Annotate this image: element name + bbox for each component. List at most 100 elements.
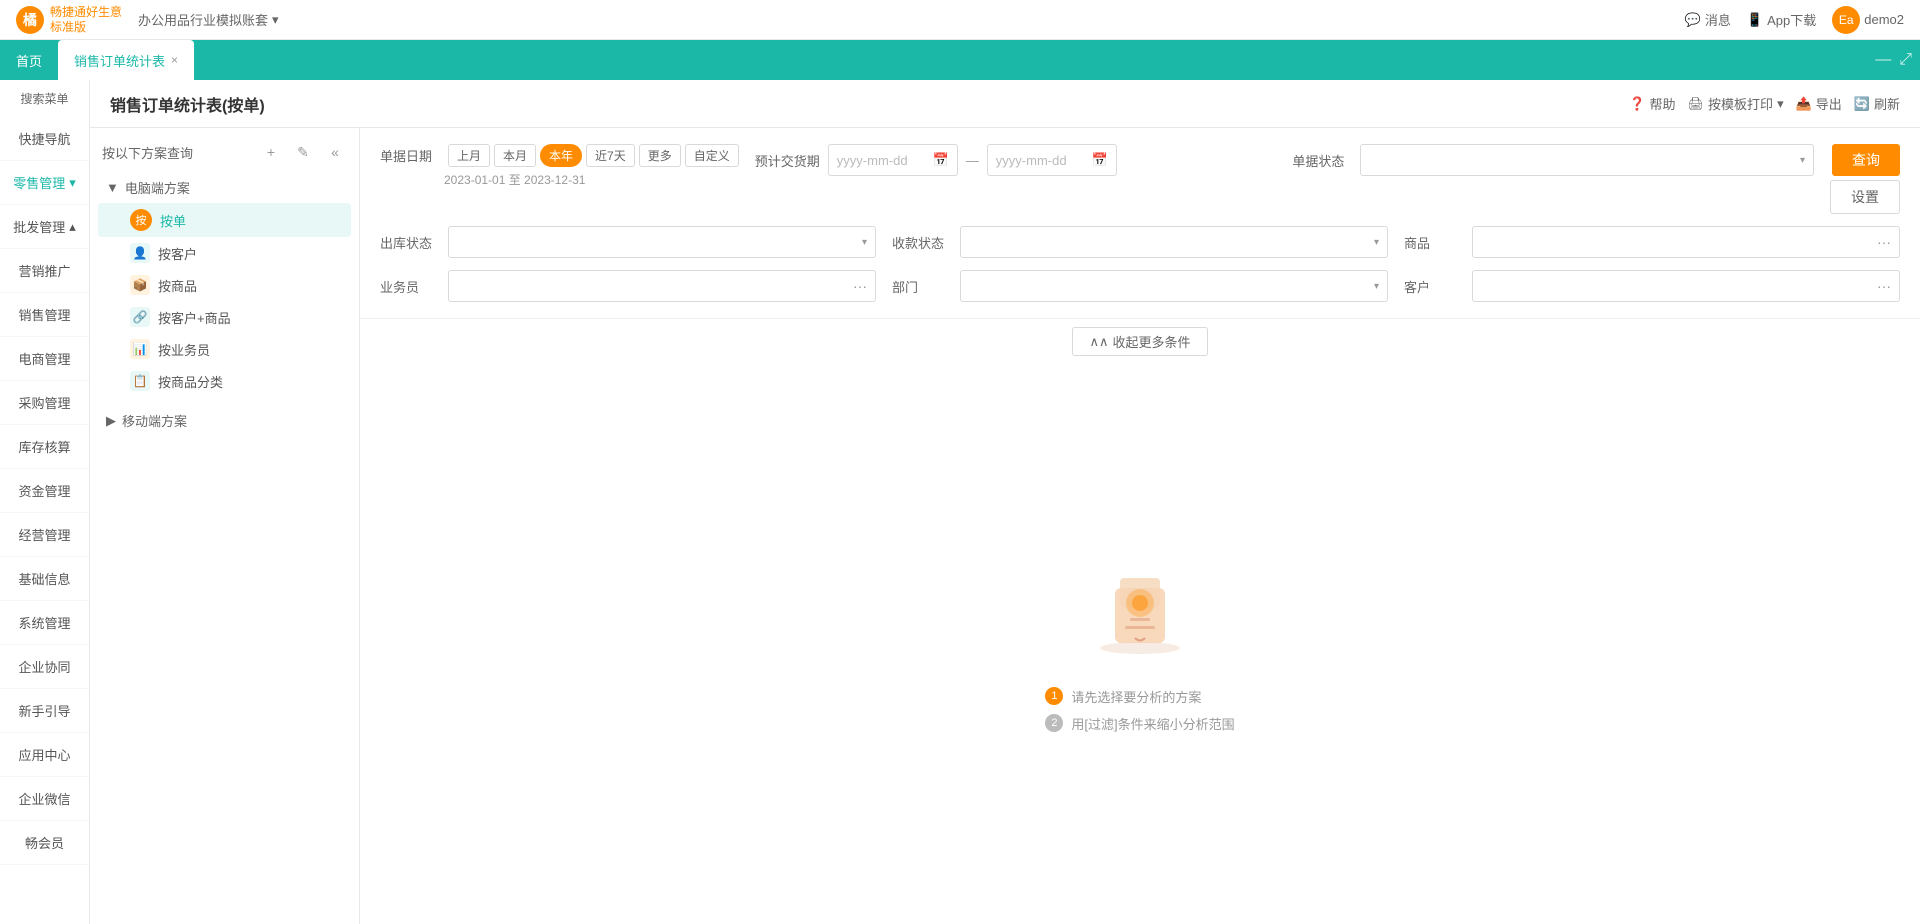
inner-layout: 按以下方案查询 + ✎ « ▼ 电脑端方案 按 按单 [90,128,1920,924]
salesperson-select[interactable]: ··· [448,270,876,302]
window-maximize-icon[interactable]: ⤢ [1899,51,1912,69]
step-num-1: 1 [1045,687,1063,705]
content-area: 销售订单统计表(按单) ❓ 帮助 🖨 按模板打印 ▾ 📤 导出 🔄 刷新 [90,80,1920,924]
pay-status-dropdown-icon: ▾ [1374,237,1379,248]
pay-status-label: 收款状态 [892,233,952,252]
date-range-display: 2023-01-01 至 2023-12-31 [380,171,739,188]
page-title: 销售订单统计表(按单) [110,92,265,116]
out-status-select[interactable]: ▾ [448,226,876,258]
tree-arrow-right-icon: ▶ [106,413,116,429]
sidebar-item-wholesale[interactable]: 批发管理 ▴ [0,205,89,249]
empty-step-2: 2 用[过滤]条件来缩小分析范围 [1045,714,1234,733]
goods-ellipsis-icon[interactable]: ··· [1877,234,1891,250]
sidebar-item-ecommerce[interactable]: 电商管理 [0,337,89,381]
sidebar-item-finance[interactable]: 资金管理 [0,469,89,513]
refresh-button[interactable]: 🔄 刷新 [1854,94,1900,113]
tree-child-by-order[interactable]: 按 按单 [98,203,351,237]
sidebar-item-basic[interactable]: 基础信息 [0,557,89,601]
customer-ellipsis-icon[interactable]: ··· [1877,278,1891,294]
tab-bar: 首页 销售订单统计表 × — ⤢ [0,40,1920,80]
refresh-icon: 🔄 [1854,96,1870,112]
customer-label: 客户 [1404,277,1464,296]
sidebar-item-member[interactable]: 畅会员 [0,821,89,865]
filter-row-3: 业务员 ··· 部门 ▾ [380,270,1900,302]
page-header-actions: ❓ 帮助 🖨 按模板打印 ▾ 📤 导出 🔄 刷新 [1629,94,1900,113]
tree-child-by-category[interactable]: 📋 按商品分类 [98,365,351,397]
goods-select[interactable]: ··· [1472,226,1900,258]
date-btn-this-month[interactable]: 本月 [494,144,536,167]
window-minimize-icon[interactable]: — [1875,51,1891,69]
tree-arrow-icon: ▼ [106,180,119,195]
pay-status-select[interactable]: ▾ [960,226,1388,258]
expected-date-label: 预计交货期 [755,151,820,170]
chevron-down-icon: ▾ [272,12,279,28]
tree-child-by-customer[interactable]: 👤 按客户 [98,237,351,269]
salesperson-ellipsis-icon[interactable]: ··· [853,278,867,294]
sidebar-item-newbie[interactable]: 新手引导 [0,689,89,733]
step-num-2: 2 [1045,714,1063,732]
sidebar-item-quicknav[interactable]: 快捷导航 [0,117,89,161]
order-status-select[interactable]: ▾ [1360,144,1814,176]
empty-svg [1080,548,1200,668]
page-header: 销售订单统计表(按单) ❓ 帮助 🖨 按模板打印 ▾ 📤 导出 🔄 刷新 [90,80,1920,128]
date-btn-7days[interactable]: 近7天 [586,144,635,167]
sidebar-item-appcenter[interactable]: 应用中心 [0,733,89,777]
scheme-icon-staff: 📊 [130,339,150,359]
sidebar-item-sales[interactable]: 销售管理 [0,293,89,337]
date-btn-last-month[interactable]: 上月 [448,144,490,167]
tree-child-by-salesperson[interactable]: 📊 按业务员 [98,333,351,365]
sidebar-item-system[interactable]: 系统管理 [0,601,89,645]
tree-parent-mobile[interactable]: ▶ 移动端方案 [98,405,351,436]
sidebar-item-inventory[interactable]: 库存核算 [0,425,89,469]
company-selector[interactable]: 办公用品行业模拟账套 ▾ [130,10,287,29]
expected-date-to[interactable]: yyyy-mm-dd 📅 [987,144,1117,176]
sidebar-item-enterprise[interactable]: 企业协同 [0,645,89,689]
dept-dropdown-icon: ▾ [1374,281,1379,292]
settings-button[interactable]: 设置 [1830,180,1900,214]
logo-text: 畅捷通好生意 标准版 [50,5,122,34]
message-icon: 💬 [1685,12,1701,28]
message-button[interactable]: 💬 消息 [1685,10,1731,29]
sidebar-item-purchase[interactable]: 采购管理 [0,381,89,425]
expected-date-from[interactable]: yyyy-mm-dd 📅 [828,144,958,176]
tree-child-by-customer-goods[interactable]: 🔗 按客户+商品 [98,301,351,333]
sidebar: 搜索菜单 快捷导航 零售管理 ▾ 批发管理 ▴ 营销推广 销售管理 电商管理 采… [0,80,90,924]
scheme-icon-customer: 👤 [130,243,150,263]
query-button[interactable]: 查询 [1832,144,1900,176]
add-scheme-button[interactable]: + [259,140,283,164]
tree-parent-pc[interactable]: ▼ 电脑端方案 [98,172,351,203]
sidebar-item-retail[interactable]: 零售管理 ▾ [0,161,89,205]
edit-scheme-button[interactable]: ✎ [291,140,315,164]
empty-state: 1 请先选择要分析的方案 2 用[过滤]条件来缩小分析范围 [360,364,1920,924]
app-download-button[interactable]: 📱 App下载 [1747,10,1816,29]
help-button[interactable]: ❓ 帮助 [1629,94,1675,113]
dept-select[interactable]: ▾ [960,270,1388,302]
tab-sales-order-stats[interactable]: 销售订单统计表 × [58,40,194,80]
sidebar-item-marketing[interactable]: 营销推广 [0,249,89,293]
user-avatar[interactable]: Ea demo2 [1832,6,1904,34]
date-btn-more[interactable]: 更多 [639,144,681,167]
calendar-icon-from: 📅 [933,152,949,168]
sidebar-item-operations[interactable]: 经营管理 [0,513,89,557]
tab-home[interactable]: 首页 [0,40,58,80]
scheme-icon-category: 📋 [130,371,150,391]
scheme-icon-order: 按 [130,209,152,231]
date-btn-this-year[interactable]: 本年 [540,144,582,167]
sidebar-search[interactable]: 搜索菜单 [0,80,89,117]
export-button[interactable]: 📤 导出 [1796,94,1842,113]
collapse-button[interactable]: ∧∧ 收起更多条件 [1072,327,1207,356]
print-button[interactable]: 🖨 按模板打印 ▾ [1688,94,1784,113]
out-status-dropdown-icon: ▾ [862,237,867,248]
tree-child-by-goods[interactable]: 📦 按商品 [98,269,351,301]
date-btn-custom[interactable]: 自定义 [685,144,739,167]
collapse-panel-button[interactable]: « [323,140,347,164]
customer-group: 客户 ··· [1404,270,1900,302]
main-layout: 搜索菜单 快捷导航 零售管理 ▾ 批发管理 ▴ 营销推广 销售管理 电商管理 采… [0,80,1920,924]
sidebar-item-wechat[interactable]: 企业微信 [0,777,89,821]
tab-close-icon[interactable]: × [171,53,178,67]
app-icon: 📱 [1747,12,1763,28]
collapse-bar: ∧∧ 收起更多条件 [360,318,1920,364]
scheme-icon-goods: 📦 [130,275,150,295]
right-content: 单据日期 上月 本月 本年 近7天 更多 自定义 2023 [360,128,1920,924]
customer-select[interactable]: ··· [1472,270,1900,302]
